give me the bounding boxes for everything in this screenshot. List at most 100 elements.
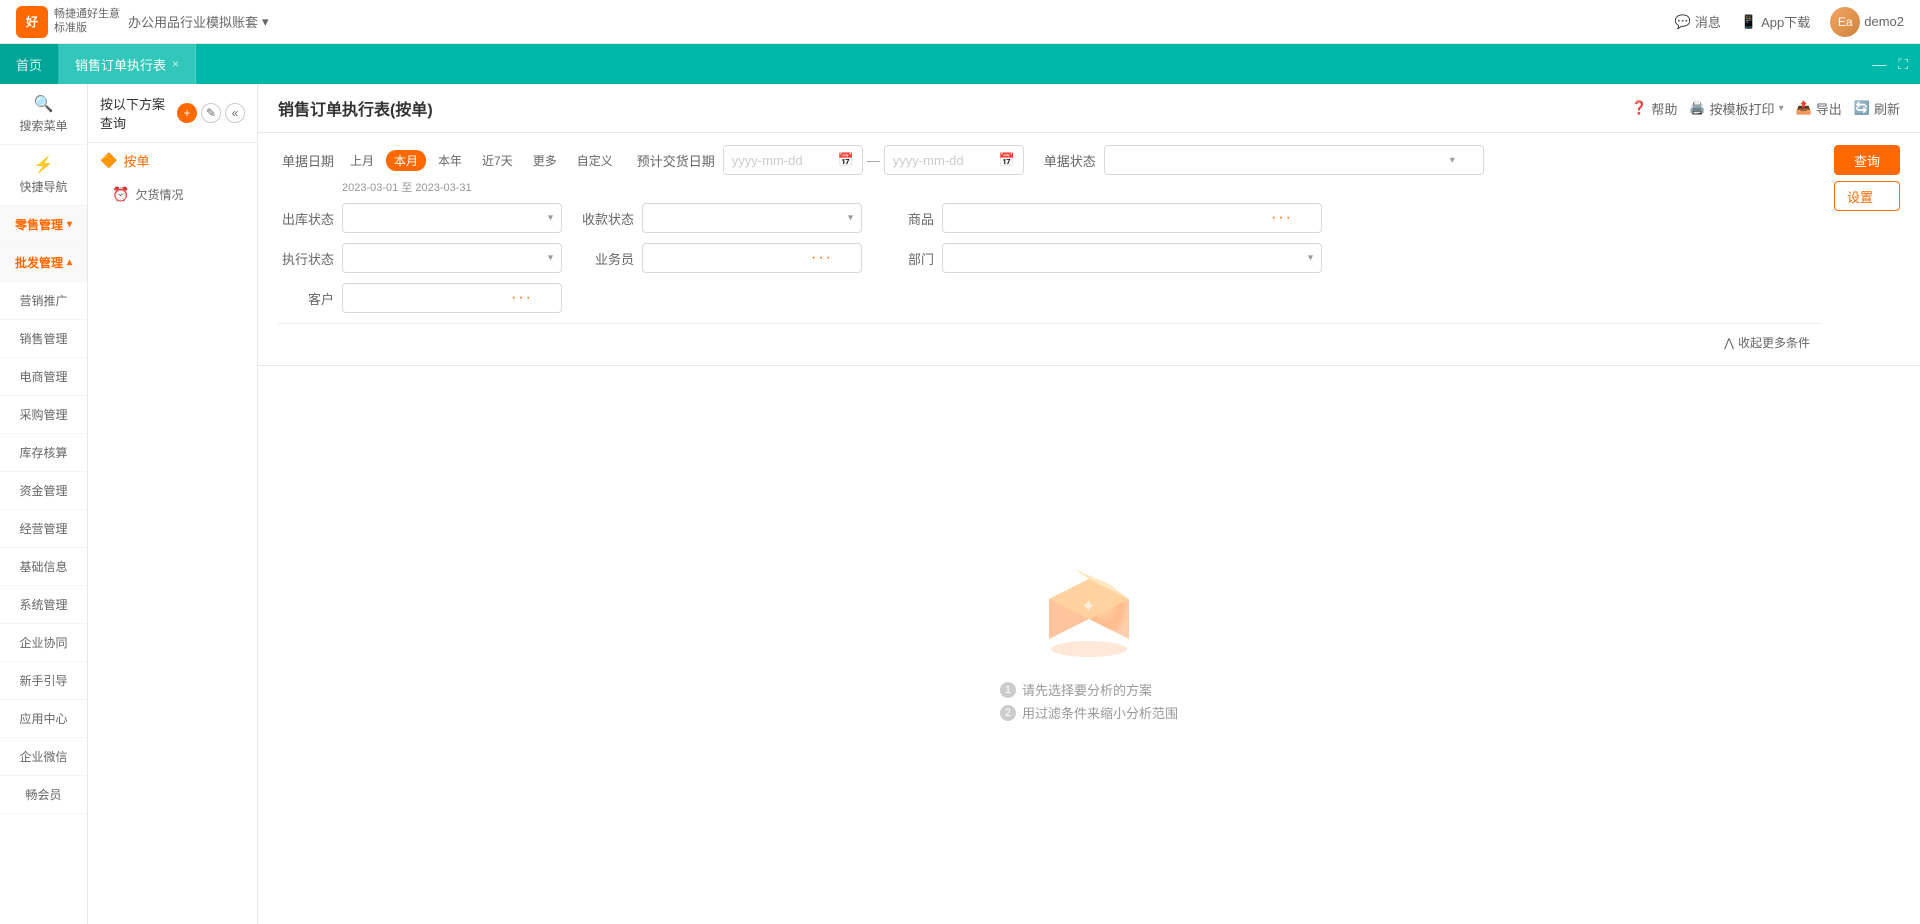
sidebar-item-enterprise[interactable]: 企业协同 [0,624,87,662]
product-group: 商品 ··· [878,203,1822,233]
tab-close-icon[interactable]: × [172,57,179,71]
svg-text:✦: ✦ [1081,596,1096,616]
filter-row-2: 出库状态 ▾ 收款状态 [278,203,1822,233]
exec-status-group: 执行状态 ▾ [278,243,562,273]
sidebar-item-system[interactable]: 系统管理 [0,586,87,624]
expected-date-filter-group: 预计交货日期 yyyy-mm-dd 📅 — yyyy-mm-d [637,145,1024,175]
sidebar-item-retail[interactable]: 零售管理 ▾ [0,206,87,244]
tab-home[interactable]: 首页 [0,44,59,84]
sidebar-item-apps[interactable]: 应用中心 [0,700,87,738]
date-tab-last-month[interactable]: 上月 [342,150,382,171]
page-header: 销售订单执行表(按单) ❓ 帮助 🖨️ 按模板打印 ▾ 📤 [258,84,1920,133]
sidebar-item-operations[interactable]: 经营管理 [0,510,87,548]
expected-date-from[interactable]: yyyy-mm-dd 📅 [723,145,863,175]
product-more-icon[interactable]: ··· [1271,209,1293,227]
help-btn[interactable]: ❓ 帮助 [1631,99,1677,118]
edit-scheme-btn[interactable]: ✎ [201,103,221,123]
sidebar-item-inventory[interactable]: 库存核算 [0,434,87,472]
tab-actions: — ⛶ [1868,44,1920,84]
out-status-group: 出库状态 ▾ [278,203,562,233]
tab-maximize-btn[interactable]: ⛶ [1894,52,1912,77]
refresh-icon: 🔄 [1854,100,1870,116]
help-icon: ❓ [1631,100,1647,116]
sidebar-item-finance[interactable]: 资金管理 [0,472,87,510]
date-tab-more[interactable]: 更多 [525,150,565,171]
setup-btn[interactable]: 设置 [1834,181,1900,211]
date-tab-custom[interactable]: 自定义 [569,150,621,171]
content-area: 按以下方案查询 + ✎ « 🔶 按单 ⏰ 欠货情况 [88,84,1920,924]
print-btn[interactable]: 🖨️ 按模板打印 ▾ [1689,99,1783,118]
sidebar-item-purchase[interactable]: 采购管理 [0,396,87,434]
right-content: 销售订单执行表(按单) ❓ 帮助 🖨️ 按模板打印 ▾ 📤 [258,84,1920,924]
export-btn[interactable]: 📤 导出 [1796,99,1842,118]
payment-status-select[interactable]: ▾ [642,203,862,233]
filter-row-1: 单据日期 上月 本月 本年 近7天 更多 自定义 [278,145,1822,175]
filter-main: 单据日期 上月 本月 本年 近7天 更多 自定义 [278,145,1822,361]
out-status-arrow-icon: ▾ [548,213,553,224]
search-icon: 🔍 [34,94,54,114]
page-title: 销售订单执行表(按单) [278,96,433,120]
customer-more-icon[interactable]: ··· [511,289,533,307]
exec-status-select[interactable]: ▾ [342,243,562,273]
filter-side: 查询 设置 [1822,145,1900,211]
date-tab-7days[interactable]: 近7天 [474,150,521,171]
sidebar-item-wholesale[interactable]: 批发管理 ▴ [0,244,87,282]
logo-text: 畅捷通好生意 标准版 [54,8,120,34]
sidebar-item-guide[interactable]: 新手引导 [0,662,87,700]
search-btn[interactable]: 查询 [1834,145,1900,175]
customer-select[interactable]: ··· [342,283,562,313]
status-filter-group: 单据状态 ▾ [1040,145,1822,175]
status-select[interactable]: ▾ [1104,145,1484,175]
expected-date-to[interactable]: yyyy-mm-dd 📅 [884,145,1024,175]
tab-minimize-btn[interactable]: — [1868,52,1890,76]
sidebar: 🔍 搜索菜单 ⚡ 快捷导航 零售管理 ▾ 批发管理 ▴ 营销推广 销售管理 电商… [0,84,88,924]
breadcrumb: 办公用品行业模拟账套 ▾ [128,12,269,31]
main-layout: 🔍 搜索菜单 ⚡ 快捷导航 零售管理 ▾ 批发管理 ▴ 营销推广 销售管理 电商… [0,84,1920,924]
filter-area: 单据日期 上月 本月 本年 近7天 更多 自定义 [258,133,1920,366]
arrears-icon: ⏰ [112,186,129,203]
product-select[interactable]: ··· [942,203,1322,233]
sidebar-item-member[interactable]: 畅会员 [0,776,87,814]
sidebar-item-wechat[interactable]: 企业微信 [0,738,87,776]
tab-sales-order[interactable]: 销售订单执行表 × [59,44,196,84]
content-inner: 按以下方案查询 + ✎ « 🔶 按单 ⏰ 欠货情况 [88,84,1920,924]
date-tab-this-month[interactable]: 本月 [386,150,426,171]
dept-group: 部门 ▾ [878,243,1822,273]
message-action[interactable]: 💬 消息 [1675,12,1721,31]
logo-icon: 好 [16,6,48,38]
table-area: ✦ 1 请先选择要分析的方案 2 用过滤条件来缩小分析范围 [258,366,1920,924]
refresh-btn[interactable]: 🔄 刷新 [1854,99,1900,118]
left-panel-header: 按以下方案查询 + ✎ « [88,84,257,143]
scheme-item-press-order[interactable]: 🔶 按单 [88,143,257,178]
app-download-action[interactable]: 📱 App下载 [1741,12,1810,31]
sidebar-item-sales[interactable]: 销售管理 [0,320,87,358]
scheme-item-arrears[interactable]: ⏰ 欠货情况 [88,178,257,211]
empty-box-svg: ✦ [1029,564,1149,664]
calendar-from-icon: 📅 [838,152,854,168]
salesperson-select[interactable]: ··· [642,243,862,273]
status-select-arrow-icon: ▾ [1450,155,1455,166]
sidebar-item-quick-nav[interactable]: ⚡ 快捷导航 [0,145,87,206]
sidebar-item-marketing[interactable]: 营销推广 [0,282,87,320]
collapse-panel-btn[interactable]: « [225,103,245,123]
salesperson-more-icon[interactable]: ··· [811,249,833,267]
out-status-select[interactable]: ▾ [342,203,562,233]
dept-select[interactable]: ▾ [942,243,1322,273]
page-actions: ❓ 帮助 🖨️ 按模板打印 ▾ 📤 导出 � [1631,99,1900,118]
user-area[interactable]: Ea demo2 [1830,7,1904,37]
date-filter-group: 单据日期 上月 本月 本年 近7天 更多 自定义 [278,150,621,171]
nav-tabs: 首页 销售订单执行表 × — ⛶ [0,44,1920,84]
collapse-more-btn[interactable]: ⋀ 收起更多条件 [1712,330,1822,355]
empty-tip-2: 2 用过滤条件来缩小分析范围 [1000,703,1178,722]
avatar: Ea [1830,7,1860,37]
left-panel-actions: + ✎ « [177,103,245,123]
sidebar-item-ecommerce[interactable]: 电商管理 [0,358,87,396]
wholesale-arrow-icon: ▴ [67,257,72,268]
filter-full-row: 单据日期 上月 本月 本年 近7天 更多 自定义 [278,145,1900,361]
sidebar-item-search[interactable]: 🔍 搜索菜单 [0,84,87,145]
add-scheme-btn[interactable]: + [177,103,197,123]
date-tab-this-year[interactable]: 本年 [430,150,470,171]
print-icon: 🖨️ [1689,100,1705,116]
export-icon: 📤 [1796,100,1812,116]
sidebar-item-basic[interactable]: 基础信息 [0,548,87,586]
